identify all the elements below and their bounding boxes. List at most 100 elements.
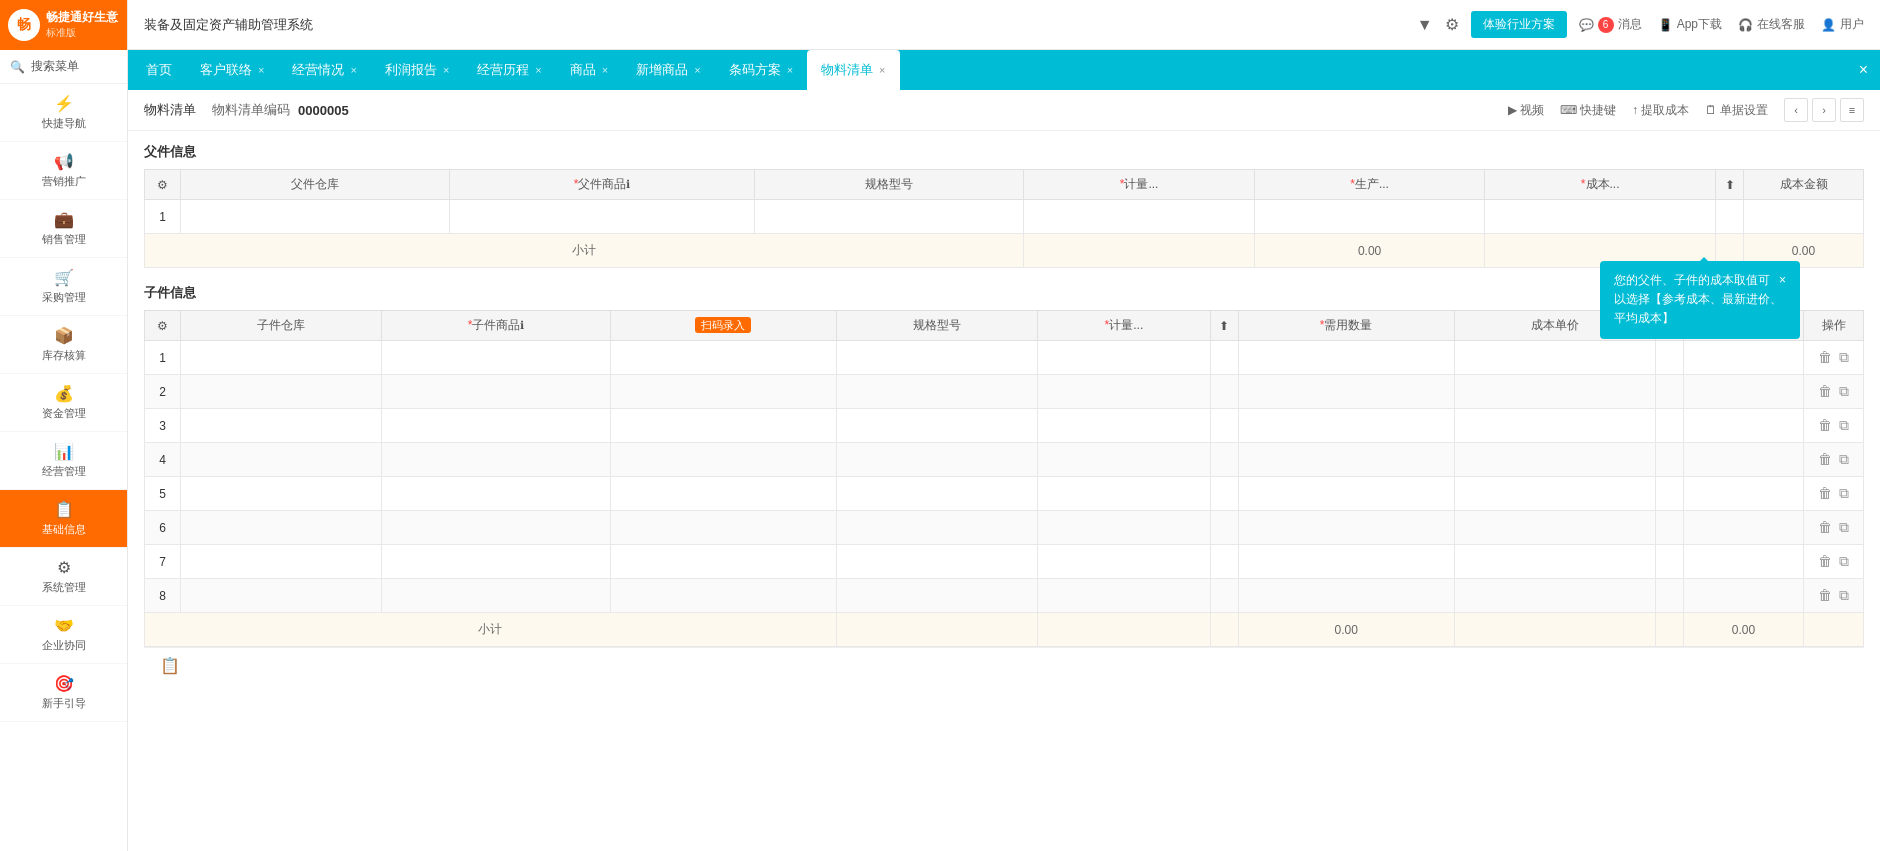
delete-icon[interactable]: 🗑 bbox=[1816, 587, 1834, 603]
child-cell-goods[interactable] bbox=[382, 375, 610, 409]
tab-history-close[interactable]: × bbox=[535, 64, 541, 76]
child-cell-spec[interactable] bbox=[836, 409, 1037, 443]
parent-cell-qty[interactable] bbox=[1024, 200, 1255, 234]
child-cell-warehouse[interactable] bbox=[181, 375, 382, 409]
breadcrumb-bom[interactable]: 物料清单 bbox=[144, 101, 196, 119]
child-cell-qty[interactable] bbox=[1238, 545, 1454, 579]
copy-icon[interactable]: ⧉ bbox=[1837, 587, 1851, 603]
single-settings-action[interactable]: 🗒 单据设置 bbox=[1705, 102, 1768, 119]
delete-icon[interactable]: 🗑 bbox=[1816, 553, 1834, 569]
delete-icon[interactable]: 🗑 bbox=[1816, 383, 1834, 399]
close-all-tabs-button[interactable]: × bbox=[1851, 61, 1876, 79]
online-service-item[interactable]: 🎧 在线客服 bbox=[1738, 16, 1805, 33]
copy-icon[interactable]: ⧉ bbox=[1837, 485, 1851, 501]
child-col-settings[interactable]: ⚙ bbox=[145, 311, 181, 341]
sidebar-item-caigou[interactable]: 🛒 采购管理 bbox=[0, 258, 127, 316]
child-col-scan[interactable]: 扫码录入 bbox=[610, 311, 836, 341]
child-cell-goods[interactable] bbox=[382, 477, 610, 511]
sidebar-item-qiye[interactable]: 🤝 企业协同 bbox=[0, 606, 127, 664]
child-cell-warehouse[interactable] bbox=[181, 545, 382, 579]
child-cell-scan-field[interactable] bbox=[610, 477, 836, 511]
child-cell-scan-field[interactable] bbox=[610, 511, 836, 545]
child-cell-unit-price[interactable] bbox=[1454, 545, 1655, 579]
tab-profit-close[interactable]: × bbox=[443, 64, 449, 76]
sidebar-item-xitong[interactable]: ⚙ 系统管理 bbox=[0, 548, 127, 606]
child-cell-warehouse[interactable] bbox=[181, 443, 382, 477]
child-cell-spec[interactable] bbox=[836, 443, 1037, 477]
child-cell-scan-field[interactable] bbox=[610, 409, 836, 443]
sidebar-search[interactable]: 🔍 搜索菜单 bbox=[0, 50, 127, 84]
tab-barcode[interactable]: 条码方案 × bbox=[715, 50, 807, 90]
delete-icon[interactable]: 🗑 bbox=[1816, 451, 1834, 467]
copy-icon[interactable]: ⧉ bbox=[1837, 553, 1851, 569]
shortcut-action[interactable]: ⌨ 快捷键 bbox=[1560, 102, 1616, 119]
child-cell-warehouse[interactable] bbox=[181, 409, 382, 443]
child-cell-spec[interactable] bbox=[836, 579, 1037, 613]
extract-cost-action[interactable]: ↑ 提取成本 bbox=[1632, 102, 1689, 119]
message-item[interactable]: 💬 6 消息 bbox=[1579, 16, 1642, 33]
tab-customer-close[interactable]: × bbox=[258, 64, 264, 76]
child-cell-warehouse[interactable] bbox=[181, 579, 382, 613]
child-cell-scan-field[interactable] bbox=[610, 545, 836, 579]
child-cell-scan-field[interactable] bbox=[610, 341, 836, 375]
list-view-btn[interactable]: ≡ bbox=[1840, 98, 1864, 122]
settings-dropdown-icon[interactable]: ▼ bbox=[1417, 16, 1433, 34]
sidebar-item-zijin[interactable]: 💰 资金管理 bbox=[0, 374, 127, 432]
parent-cell-cost[interactable] bbox=[1485, 200, 1716, 234]
child-cell-goods[interactable] bbox=[382, 409, 610, 443]
tab-barcode-close[interactable]: × bbox=[787, 64, 793, 76]
child-cell-goods[interactable] bbox=[382, 579, 610, 613]
tab-customer[interactable]: 客户联络 × bbox=[186, 50, 278, 90]
sidebar-item-kuaijie[interactable]: ⚡ 快捷导航 bbox=[0, 84, 127, 142]
child-cell-unit[interactable] bbox=[1038, 375, 1211, 409]
child-cell-unit[interactable] bbox=[1038, 579, 1211, 613]
child-cell-scan-field[interactable] bbox=[610, 443, 836, 477]
tooltip-close-button[interactable]: × bbox=[1779, 271, 1786, 290]
delete-icon[interactable]: 🗑 bbox=[1816, 519, 1834, 535]
child-cell-qty[interactable] bbox=[1238, 375, 1454, 409]
tab-goods[interactable]: 商品 × bbox=[556, 50, 622, 90]
delete-icon[interactable]: 🗑 bbox=[1816, 417, 1834, 433]
child-cell-unit[interactable] bbox=[1038, 341, 1211, 375]
sidebar-item-xinshou[interactable]: 🎯 新手引导 bbox=[0, 664, 127, 722]
copy-icon[interactable]: ⧉ bbox=[1837, 417, 1851, 433]
child-cell-unit-price[interactable] bbox=[1454, 341, 1655, 375]
copy-icon[interactable]: ⧉ bbox=[1837, 519, 1851, 535]
app-download-item[interactable]: 📱 App下载 bbox=[1658, 16, 1722, 33]
child-cell-qty[interactable] bbox=[1238, 511, 1454, 545]
sidebar-item-kucun[interactable]: 📦 库存核算 bbox=[0, 316, 127, 374]
child-cell-qty[interactable] bbox=[1238, 443, 1454, 477]
child-cell-unit[interactable] bbox=[1038, 477, 1211, 511]
child-cell-spec[interactable] bbox=[836, 375, 1037, 409]
tab-new-goods[interactable]: 新增商品 × bbox=[622, 50, 714, 90]
child-cell-spec[interactable] bbox=[836, 341, 1037, 375]
child-cell-warehouse[interactable] bbox=[181, 511, 382, 545]
sidebar-item-yingxiao[interactable]: 📢 营销推广 bbox=[0, 142, 127, 200]
prev-btn[interactable]: ‹ bbox=[1784, 98, 1808, 122]
sidebar-item-jichu[interactable]: 📋 基础信息 bbox=[0, 490, 127, 548]
parent-cell-produce[interactable] bbox=[1254, 200, 1485, 234]
child-cell-spec[interactable] bbox=[836, 545, 1037, 579]
child-cell-unit-price[interactable] bbox=[1454, 375, 1655, 409]
tab-profit[interactable]: 利润报告 × bbox=[371, 50, 463, 90]
child-cell-unit-price[interactable] bbox=[1454, 409, 1655, 443]
parent-cell-warehouse[interactable] bbox=[181, 200, 450, 234]
child-cell-unit[interactable] bbox=[1038, 511, 1211, 545]
child-cell-goods[interactable] bbox=[382, 341, 610, 375]
trial-button[interactable]: 体验行业方案 bbox=[1471, 11, 1567, 38]
child-cell-spec[interactable] bbox=[836, 477, 1037, 511]
child-cell-warehouse[interactable] bbox=[181, 341, 382, 375]
tab-operation[interactable]: 经营情况 × bbox=[278, 50, 370, 90]
child-cell-scan-field[interactable] bbox=[610, 375, 836, 409]
child-cell-unit-price[interactable] bbox=[1454, 579, 1655, 613]
child-cell-qty[interactable] bbox=[1238, 341, 1454, 375]
tab-operation-close[interactable]: × bbox=[350, 64, 356, 76]
scan-badge[interactable]: 扫码录入 bbox=[695, 317, 751, 333]
parent-col-settings[interactable]: ⚙ bbox=[145, 170, 181, 200]
child-cell-unit[interactable] bbox=[1038, 545, 1211, 579]
child-cell-scan-field[interactable] bbox=[610, 579, 836, 613]
child-cell-unit-price[interactable] bbox=[1454, 511, 1655, 545]
tab-new-goods-close[interactable]: × bbox=[694, 64, 700, 76]
child-cell-goods[interactable] bbox=[382, 545, 610, 579]
parent-cell-goods[interactable] bbox=[450, 200, 755, 234]
